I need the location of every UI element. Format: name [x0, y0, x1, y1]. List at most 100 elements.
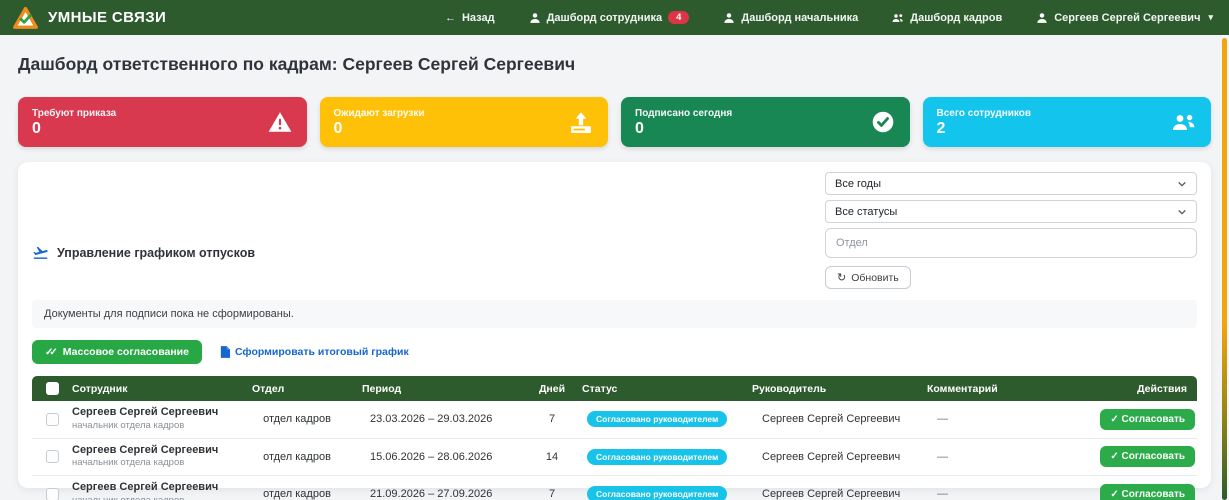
vacation-panel: Управление графиком отпусков Все годы Вс… — [18, 162, 1211, 500]
table-row: Сергеев Сергей Сергеевич начальник отдел… — [32, 401, 1197, 439]
manager-cell: Сергеев Сергей Сергеевич — [762, 413, 901, 426]
table-row: Сергеев Сергей Сергеевич начальник отдел… — [32, 476, 1197, 500]
days-cell: 7 — [548, 413, 556, 426]
department-cell: отдел кадров — [263, 488, 331, 500]
refresh-button[interactable]: ↻ Обновить — [825, 266, 911, 289]
comment-cell: — — [937, 413, 948, 426]
notice-banner: Документы для подписи пока не сформирова… — [32, 300, 1197, 328]
stat-label: Требуют приказа — [32, 107, 117, 119]
people-group-icon — [1173, 114, 1195, 130]
row-checkbox[interactable] — [45, 412, 59, 426]
stat-card-signed-today: Подписано сегодня 0 — [621, 97, 910, 147]
stat-value: 2 — [936, 119, 946, 137]
chevron-down-icon: ▾ — [1208, 12, 1213, 22]
col-header-period: Период — [362, 382, 402, 395]
final-schedule-label: Сформировать итоговый график — [234, 346, 409, 358]
comment-cell: — — [937, 488, 948, 500]
person-icon — [1037, 12, 1047, 23]
row-checkbox[interactable] — [45, 450, 59, 464]
year-filter-select[interactable]: Все годы — [825, 172, 1197, 195]
stat-value: 0 — [32, 119, 41, 137]
section-title-text: Управление графиком отпусков — [57, 245, 256, 260]
page-title: Дашборд ответственного по кадрам: Сергее… — [18, 54, 576, 74]
back-arrow-icon: ← — [444, 11, 456, 24]
person-icon — [529, 12, 540, 23]
stat-label: Всего сотрудников — [936, 107, 1032, 119]
stat-label: Ожидают загрузки — [333, 107, 425, 119]
days-cell: 7 — [548, 488, 556, 500]
col-header-employee: Сотрудник — [72, 382, 128, 395]
people-icon — [892, 13, 904, 22]
navbar-links: ← Назад Дашборд сотрудника 4 Дашборд нач… — [445, 10, 1213, 25]
upload-icon — [571, 112, 591, 133]
approve-button[interactable]: ✓ Согласовать — [1100, 408, 1195, 430]
chevron-down-icon — [1178, 209, 1186, 215]
col-header-actions: Действия — [1137, 382, 1187, 395]
status-badge: Согласовано руководителем — [587, 486, 728, 500]
approve-button[interactable]: ✓ Согласовать — [1100, 483, 1195, 500]
manager-cell: Сергеев Сергей Сергеевич — [762, 488, 901, 500]
nav-back[interactable]: ← Назад — [445, 12, 495, 24]
refresh-label: Обновить — [851, 271, 899, 284]
refresh-icon: ↻ — [837, 272, 847, 284]
col-header-department: Отдел — [252, 382, 285, 395]
manager-cell: Сергеев Сергей Сергеевич — [762, 450, 901, 463]
brand-logo-icon — [13, 6, 38, 29]
chevron-down-icon — [1178, 181, 1186, 187]
nav-back-label: Назад — [461, 11, 495, 24]
stat-card-orders-required: Требуют приказа 0 — [18, 97, 307, 147]
brand[interactable]: УМНЫЕ СВЯЗИ — [12, 6, 166, 30]
stat-cards: Требуют приказа 0 Ожидают загрузки 0 Под… — [18, 97, 1211, 147]
status-filter-value: Все статусы — [835, 205, 898, 218]
warning-icon — [268, 112, 291, 132]
col-header-status: Статус — [582, 382, 618, 395]
vacation-table: Сотрудник Отдел Период Дней Статус Руков… — [32, 376, 1197, 500]
stat-label: Подписано сегодня — [635, 107, 733, 119]
select-all-checkbox[interactable] — [45, 382, 59, 395]
navbar: УМНЫЕ СВЯЗИ ← Назад Дашборд сотрудника 4… — [0, 0, 1229, 35]
employee-notification-badge: 4 — [668, 10, 690, 25]
department-filter-input[interactable] — [825, 228, 1197, 258]
nav-manager-label: Дашборд начальника — [741, 11, 859, 24]
nav-employee-label: Дашборд сотрудника — [546, 11, 663, 24]
row-checkbox[interactable] — [45, 487, 59, 500]
days-cell: 14 — [545, 450, 559, 463]
stat-card-awaiting-upload: Ожидают загрузки 0 — [319, 97, 608, 147]
department-cell: отдел кадров — [263, 413, 331, 426]
col-header-manager: Руководитель — [752, 382, 827, 395]
stat-card-total-employees: Всего сотрудников 2 — [922, 97, 1211, 147]
person-icon — [724, 12, 735, 23]
employee-position: начальник отдела кадров — [72, 457, 185, 469]
approve-button[interactable]: ✓ Согласовать — [1100, 446, 1195, 468]
employee-position: начальник отдела кадров — [72, 495, 252, 500]
page-scrollbar[interactable] — [1222, 38, 1227, 500]
col-header-comment: Комментарий — [927, 382, 998, 395]
nav-hr-label: Дашборд кадров — [910, 11, 1003, 24]
employee-name: Сергеев Сергей Сергеевич — [72, 443, 219, 456]
employee-name: Сергеев Сергей Сергеевич — [72, 481, 219, 494]
nav-hr-dashboard[interactable]: Дашборд кадров — [892, 12, 1002, 24]
status-badge: Согласовано руководителем — [587, 411, 728, 428]
user-menu[interactable]: Сергеев Сергей Сергеевич ▾ — [1036, 12, 1213, 24]
bulk-approve-label: Массовое согласование — [62, 346, 189, 358]
period-cell: 23.03.2026 – 29.03.2026 — [370, 413, 493, 426]
nav-employee-dashboard[interactable]: Дашборд сотрудника 4 — [529, 10, 690, 25]
table-header-row: Сотрудник Отдел Период Дней Статус Руков… — [32, 376, 1197, 401]
period-cell: 21.09.2026 – 27.09.2026 — [370, 488, 493, 500]
flight-takeoff-icon — [33, 246, 48, 259]
col-header-days: Дней — [538, 382, 566, 395]
bulk-approve-button[interactable]: ✓✓ Массовое согласование — [32, 340, 202, 364]
check-circle-icon — [872, 111, 893, 133]
stat-value: 0 — [635, 119, 644, 137]
year-filter-value: Все годы — [835, 177, 881, 190]
file-icon — [220, 346, 230, 358]
section-title: Управление графиком отпусков — [32, 216, 255, 289]
employee-name: Сергеев Сергей Сергеевич — [72, 406, 219, 419]
final-schedule-button[interactable]: Сформировать итоговый график — [220, 346, 409, 358]
stat-value: 0 — [333, 119, 343, 137]
status-badge: Согласовано руководителем — [587, 448, 728, 465]
nav-manager-dashboard[interactable]: Дашборд начальника — [723, 12, 858, 24]
status-filter-select[interactable]: Все статусы — [825, 200, 1197, 223]
comment-cell: — — [937, 450, 948, 463]
employee-position: начальник отдела кадров — [72, 419, 185, 431]
